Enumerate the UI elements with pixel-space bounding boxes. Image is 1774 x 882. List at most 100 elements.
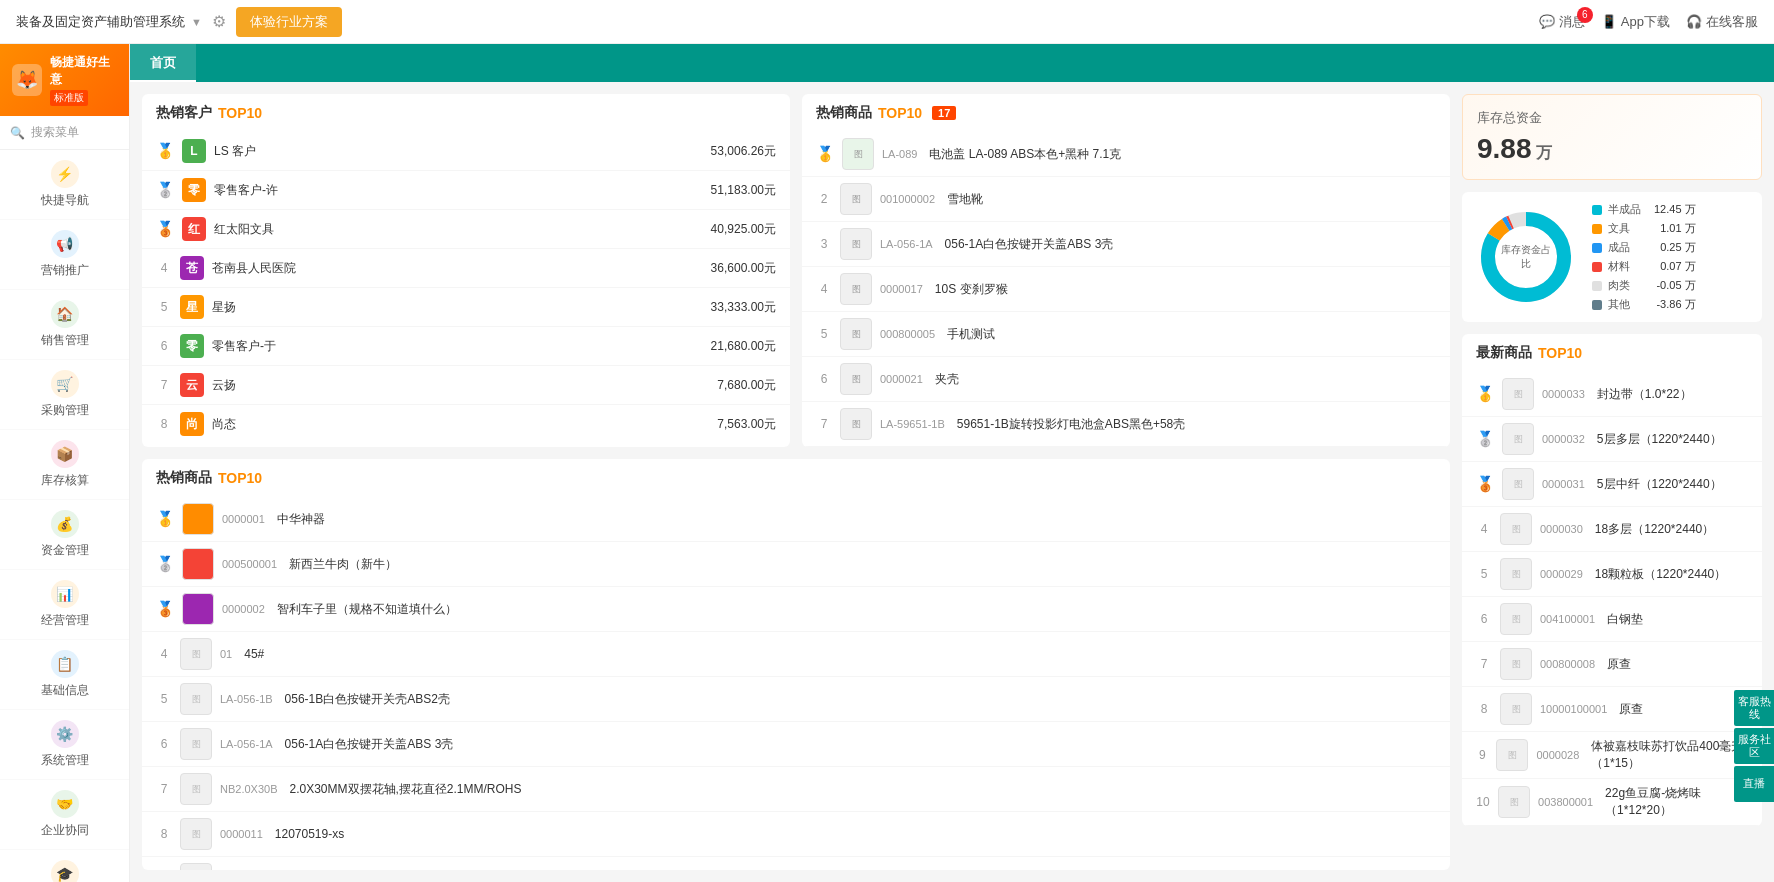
nav-tabs: 首页 xyxy=(130,44,1774,82)
product-image: 图 xyxy=(840,408,872,440)
topbar-right: 💬 消息 6 📱 App下载 🎧 在线客服 xyxy=(1539,13,1758,31)
product-name: 手机测试 xyxy=(947,326,995,343)
list-item: 🥈 图 0000032 5层多层（1220*2440） xyxy=(1462,417,1762,462)
customer-value: 36,600.00元 xyxy=(711,260,776,277)
sidebar-item-guide[interactable]: 🎓 新手引导 xyxy=(0,850,129,882)
float-btn-service[interactable]: 客服热线 xyxy=(1734,690,1774,726)
avatar: 零 xyxy=(180,334,204,358)
left-column: 热销客户 TOP10 🥇 L LS 客户 53,006.26元 xyxy=(142,94,1450,870)
gold-medal-icon: 🥇 xyxy=(156,142,174,160)
search-icon: 🔍 xyxy=(10,126,25,140)
gold-medal-icon: 🥇 xyxy=(156,510,174,528)
sidebar-item-finance[interactable]: 💰 资金管理 xyxy=(0,500,129,570)
brand-icon: 🦊 xyxy=(12,64,42,96)
inventory-amount: 9.88万 xyxy=(1477,133,1747,165)
marketing-icon: 📢 xyxy=(51,230,79,258)
sidebar-item-label: 销售管理 xyxy=(41,332,89,349)
purchase-icon: 🛒 xyxy=(51,370,79,398)
product-code: LA-056-1B xyxy=(220,693,273,705)
bronze-medal-icon: 🥉 xyxy=(1476,475,1494,493)
product-code: 0000032 xyxy=(1542,433,1585,445)
rank-number: 5 xyxy=(156,692,172,706)
product-code: NB2.0X30B xyxy=(220,783,277,795)
notification-badge: 6 xyxy=(1577,7,1593,23)
legend-value: 12.45 万 xyxy=(1654,202,1696,217)
sidebar-item-enterprise[interactable]: 🤝 企业协同 xyxy=(0,780,129,850)
main-layout: 🦊 畅捷通好生意 标准版 🔍 搜索菜单 ⚡ 快捷导航 📢 营销推广 🏠 销售管理… xyxy=(0,44,1774,882)
customer-name: 零售客户-于 xyxy=(212,338,703,355)
legend-label: 文具 xyxy=(1608,221,1648,236)
product-name: 10S 变刹罗猴 xyxy=(935,281,1008,298)
product-image: 图 xyxy=(1502,468,1534,500)
sidebar-item-inventory[interactable]: 📦 库存核算 xyxy=(0,430,129,500)
product-image: 图 xyxy=(1500,513,1532,545)
product-image: 图 xyxy=(840,318,872,350)
product-name: 夹壳 xyxy=(935,371,959,388)
legend-value: 0.07 万 xyxy=(1660,259,1695,274)
system-selector[interactable]: 装备及固定资产辅助管理系统 ▼ xyxy=(16,13,202,31)
rank-number: 7 xyxy=(156,378,172,392)
product-image: 图 xyxy=(180,638,212,670)
list-item: 🥉 0000002 智利车子里（规格不知道填什么） xyxy=(142,587,1450,632)
product-name: 电池盖 LA-089 ABS本色+黑种 7.1克 xyxy=(929,146,1121,163)
hot-products-main-title: 热销商品 TOP10 xyxy=(142,459,1450,497)
customer-value: 7,563.00元 xyxy=(717,416,776,433)
list-item: 8 尚 尚态 7,563.00元 xyxy=(142,405,790,443)
sidebar-item-home[interactable]: ⚡ 快捷导航 xyxy=(0,150,129,220)
product-name: 白钢垫 xyxy=(1607,611,1643,628)
sidebar-item-operations[interactable]: 📊 经营管理 xyxy=(0,570,129,640)
sidebar-item-basic[interactable]: 📋 基础信息 xyxy=(0,640,129,710)
product-code: 10000100001 xyxy=(1540,703,1607,715)
rank-number: 5 xyxy=(816,327,832,341)
sidebar-item-purchase[interactable]: 🛒 采购管理 xyxy=(0,360,129,430)
search-menu[interactable]: 🔍 搜索菜单 xyxy=(0,116,129,150)
online-service-item[interactable]: 🎧 在线客服 xyxy=(1686,13,1758,31)
product-image: 图 xyxy=(180,863,212,870)
product-name: 中华神器 xyxy=(277,511,325,528)
product-image: 图 xyxy=(180,728,212,760)
sidebar-item-label: 快捷导航 xyxy=(41,192,89,209)
system-icon: ⚙️ xyxy=(51,720,79,748)
legend-item: 文具 1.01 万 xyxy=(1592,221,1696,236)
product-code: 003800001 xyxy=(1538,796,1593,808)
rank-number: 5 xyxy=(1476,567,1492,581)
product-image: 图 xyxy=(1500,648,1532,680)
hot-products-right-title: 热销商品 TOP10 17 xyxy=(802,94,1450,132)
sidebar-item-marketing[interactable]: 📢 营销推广 xyxy=(0,220,129,290)
product-code: 0000030 xyxy=(1540,523,1583,535)
product-image: 图 xyxy=(1502,378,1534,410)
list-item: 5 图 0000029 18颗粒板（1220*2440） xyxy=(1462,552,1762,597)
float-btn-community[interactable]: 服务社区 xyxy=(1734,728,1774,764)
notification-item[interactable]: 💬 消息 6 xyxy=(1539,13,1585,31)
avatar: 云 xyxy=(180,373,204,397)
customer-value: 40,925.00元 xyxy=(711,221,776,238)
sidebar-item-system[interactable]: ⚙️ 系统管理 xyxy=(0,710,129,780)
chart-center-label: 库存资金占比 xyxy=(1501,243,1551,271)
customer-name: 尚态 xyxy=(212,416,709,433)
search-menu-label: 搜索菜单 xyxy=(31,124,79,141)
hot-customers-title: 热销客户 TOP10 xyxy=(142,94,790,132)
customer-name: 星扬 xyxy=(212,299,703,316)
rank-number: 8 xyxy=(1476,702,1492,716)
rank-number: 6 xyxy=(1476,612,1492,626)
trial-button[interactable]: 体验行业方案 xyxy=(236,7,342,37)
product-code: 000500001 xyxy=(222,558,277,570)
gold-medal-icon: 🥇 xyxy=(1476,385,1494,403)
brand-name: 畅捷通好生意 xyxy=(50,54,117,88)
hot-products-right-list: 🥇 图 LA-089 电池盖 LA-089 ABS本色+黑种 7.1克 2 图 … xyxy=(802,132,1450,447)
app-download-item[interactable]: 📱 App下载 xyxy=(1601,13,1670,31)
customer-value: 51,183.00元 xyxy=(711,182,776,199)
product-image: 图 xyxy=(842,138,874,170)
settings-icon[interactable]: ⚙ xyxy=(212,12,226,31)
tab-home[interactable]: 首页 xyxy=(130,44,196,82)
amount-unit: 万 xyxy=(1536,144,1552,161)
list-item: 2 图 001000002 雪地靴 xyxy=(802,177,1450,222)
sidebar-item-sales[interactable]: 🏠 销售管理 xyxy=(0,290,129,360)
hot-products-main-panel: 热销商品 TOP10 🥇 0000001 中华神器 🥈 xyxy=(142,459,1450,870)
list-item: 10 图 003800001 22g鱼豆腐-烧烤味（1*12*20） xyxy=(1462,779,1762,826)
float-btn-live[interactable]: 直播 xyxy=(1734,766,1774,802)
sidebar-item-label: 库存核算 xyxy=(41,472,89,489)
list-item: 4 苍 苍南县人民医院 36,600.00元 xyxy=(142,249,790,288)
sidebar-item-label: 企业协同 xyxy=(41,822,89,839)
product-name: 5层中纤（1220*2440） xyxy=(1597,476,1722,493)
